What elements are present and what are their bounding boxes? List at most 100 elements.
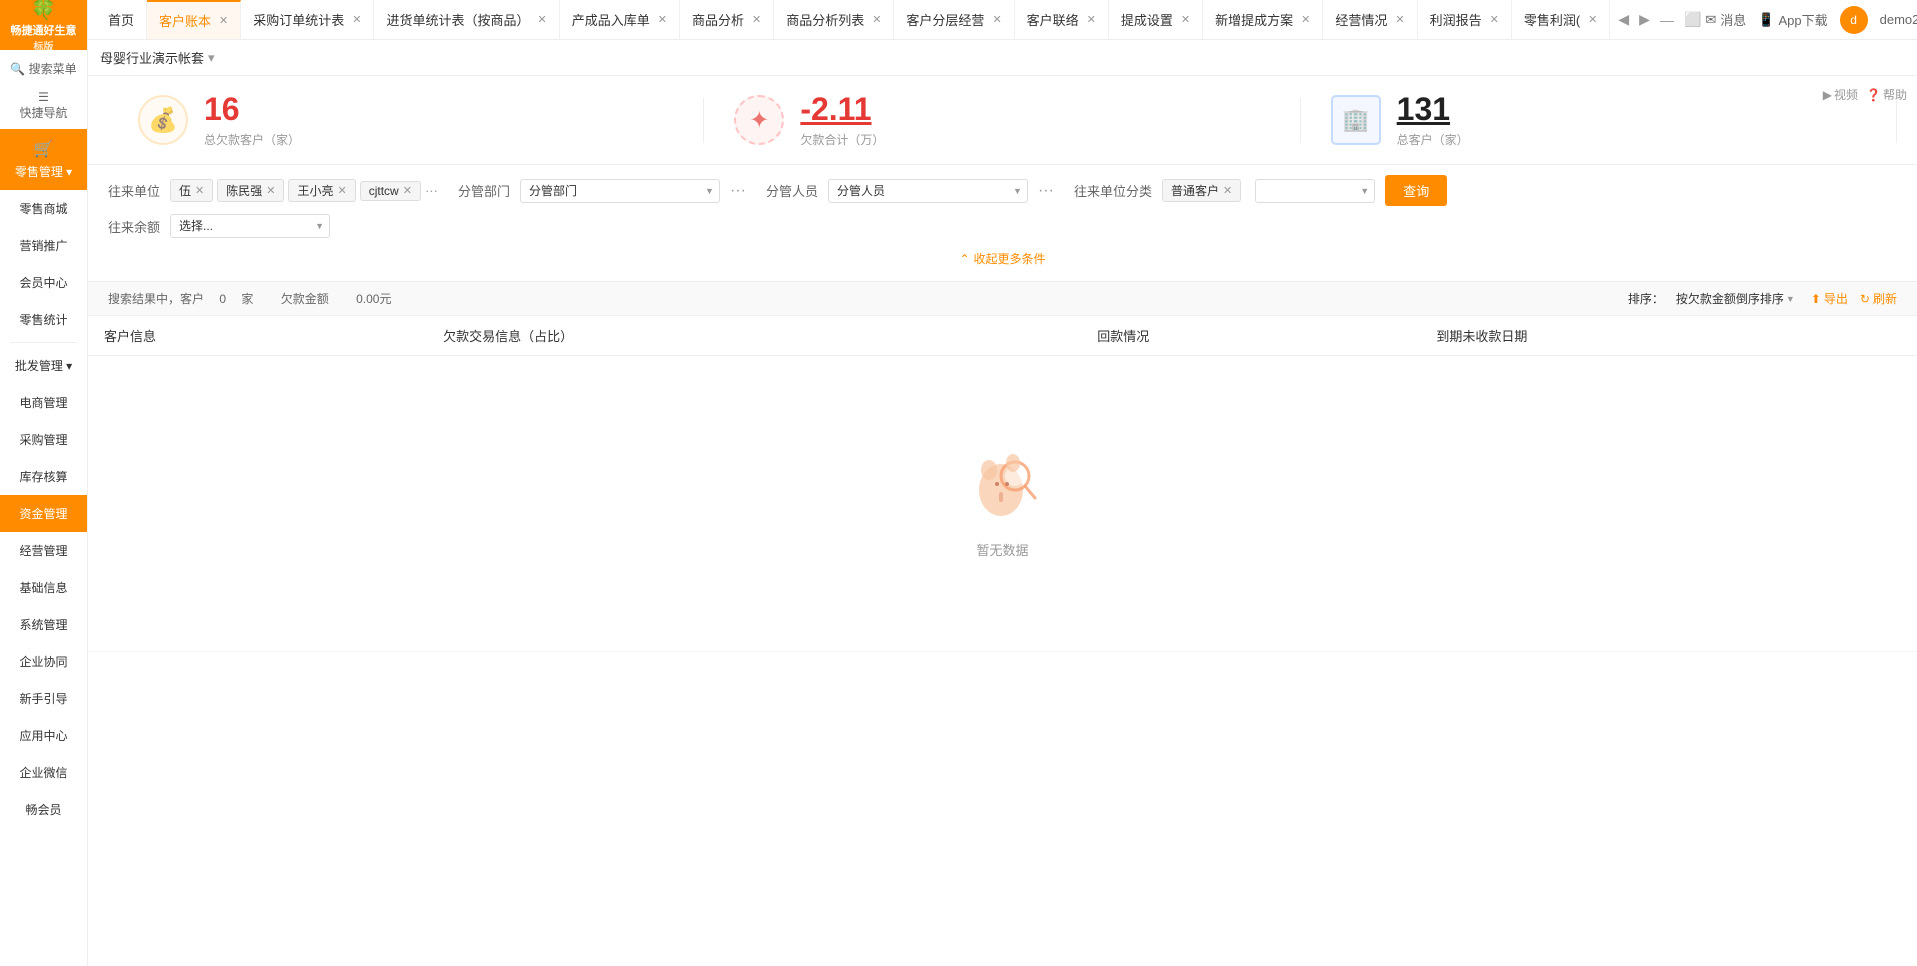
stat-icon-amount: ✦ — [734, 95, 784, 145]
sidebar-item-retail-mall[interactable]: 零售商城 — [0, 190, 87, 227]
filter-tag-chen[interactable]: 陈民强 ✕ — [217, 179, 284, 202]
sidebar-item-enterprise-wechat[interactable]: 企业微信 — [0, 754, 87, 791]
store-name: 母婴行业演示帐套 — [100, 48, 204, 67]
empty-state: 暂无数据 — [104, 368, 1901, 639]
filter-row-1: 往来单位 伍 ✕ 陈民强 ✕ 王小亮 ✕ cjttcw ✕ ··· — [108, 175, 1897, 206]
manager-select[interactable]: 分管人员 — [828, 179, 1028, 203]
tab-customer-accounts-close[interactable]: ✕ — [219, 14, 228, 27]
filter-collapse-btn[interactable]: ⌃ 收起更多条件 — [108, 246, 1897, 271]
user-avatar[interactable]: d — [1840, 6, 1868, 34]
sidebar-label-retail-stats: 零售统计 — [19, 311, 67, 328]
sidebar-item-app-center[interactable]: 应用中心 — [0, 717, 87, 754]
dept-extra-filter[interactable]: ··· — [730, 182, 746, 200]
tab-window-minimize[interactable]: — — [1656, 10, 1678, 30]
manager-extra-filter[interactable]: ··· — [1038, 182, 1054, 200]
tab-scroll-left[interactable]: ◀ — [1614, 9, 1633, 30]
tab-boost-settings[interactable]: 提成设置 ✕ — [1109, 0, 1203, 40]
quick-nav[interactable]: ☰ 快捷导航 — [0, 82, 87, 129]
result-count: 0 — [219, 292, 226, 306]
stat-label-total: 总客户（家） — [1397, 131, 1469, 148]
tag-close-wang[interactable]: ✕ — [338, 184, 347, 197]
sidebar-item-purchase-mgmt[interactable]: 采购管理 — [0, 421, 87, 458]
sidebar-item-ops-mgmt[interactable]: 经营管理 — [0, 532, 87, 569]
dept-select[interactable]: 分管部门 — [520, 179, 720, 203]
tag-close-chen[interactable]: ✕ — [266, 184, 275, 197]
tab-inbound-stats-close[interactable]: ✕ — [538, 13, 547, 26]
app-logo: 🍀 畅捷通好生意 标版 — [0, 0, 87, 50]
sidebar-item-new-guide[interactable]: 新手引导 — [0, 680, 87, 717]
tab-retail-profit-close[interactable]: ✕ — [1588, 13, 1597, 26]
col-due-date: 到期未收款日期 — [1420, 316, 1917, 356]
tab-product-analysis-list-close[interactable]: ✕ — [872, 13, 881, 26]
sort-select[interactable]: 按欠款金额倒序排序 — [1676, 292, 1799, 306]
tab-customer-tier[interactable]: 客户分层经营 ✕ — [894, 0, 1014, 40]
sidebar-item-finance-mgmt[interactable]: 资金管理 — [0, 495, 87, 532]
sidebar-item-retail-mgmt[interactable]: 🛒 零售管理 ▾ — [0, 129, 87, 190]
filter-tag-wang[interactable]: 王小亮 ✕ — [288, 179, 355, 202]
sidebar-item-sys-mgmt[interactable]: 系统管理 — [0, 606, 87, 643]
tab-inbound-stats[interactable]: 进货单统计表（按商品） ✕ — [374, 0, 559, 40]
sidebar-label-vip-member: 畅会员 — [25, 801, 61, 818]
filter-tag-common-customer[interactable]: 普通客户 ✕ — [1162, 179, 1241, 202]
sidebar-item-enterprise-collab[interactable]: 企业协同 — [0, 643, 87, 680]
topnav-user-actions: ✉ 消息 📱 App下载 d demo2 — [1705, 6, 1917, 34]
tab-new-boost-plan[interactable]: 新增提成方案 ✕ — [1203, 0, 1323, 40]
tab-operations-close[interactable]: ✕ — [1395, 13, 1404, 26]
sidebar-item-basic-info[interactable]: 基础信息 — [0, 569, 87, 606]
filter-tag-wu[interactable]: 伍 ✕ — [170, 179, 213, 202]
balance-select-wrap: 选择... — [170, 214, 330, 238]
sidebar-search[interactable]: 🔍 搜索菜单 — [0, 50, 87, 82]
export-label: 导出 — [1824, 290, 1848, 307]
tab-customer-accounts[interactable]: 客户账本 ✕ — [147, 0, 241, 40]
tab-retail-profit[interactable]: 零售利润( ✕ — [1512, 0, 1611, 40]
tab-purchase-orders[interactable]: 采购订单统计表 ✕ — [241, 0, 374, 40]
sidebar-item-ecommerce-mgmt[interactable]: 电商管理 — [0, 384, 87, 421]
refresh-btn[interactable]: ↻ 刷新 — [1860, 290, 1897, 307]
message-btn[interactable]: ✉ 消息 — [1705, 10, 1746, 29]
query-button[interactable]: 查询 — [1385, 175, 1447, 206]
sidebar-item-marketing[interactable]: 营销推广 — [0, 227, 87, 264]
tab-new-boost-plan-close[interactable]: ✕ — [1301, 13, 1310, 26]
tab-home[interactable]: 首页 — [96, 0, 147, 40]
tab-product-analysis-list[interactable]: 商品分析列表 ✕ — [774, 0, 894, 40]
export-btn[interactable]: ⬆ 导出 — [1811, 290, 1848, 307]
unit-type-select[interactable] — [1255, 179, 1375, 203]
tab-customer-contact[interactable]: 客户联络 ✕ — [1015, 0, 1109, 40]
sidebar-item-inventory-check[interactable]: 库存核算 — [0, 458, 87, 495]
amount-display: 0.00元 — [356, 292, 391, 306]
tab-product-analysis-close[interactable]: ✕ — [752, 13, 761, 26]
video-btn[interactable]: ▶ 视频 — [1823, 86, 1858, 103]
help-btn[interactable]: ❓ 帮助 — [1866, 86, 1907, 103]
store-selector[interactable]: 母婴行业演示帐套 ▾ — [100, 48, 215, 67]
tab-purchase-orders-close[interactable]: ✕ — [352, 13, 361, 26]
sidebar-item-vip-member[interactable]: 畅会员 — [0, 791, 87, 828]
tag-close-wu[interactable]: ✕ — [195, 184, 204, 197]
tab-production-inbound-close[interactable]: ✕ — [658, 13, 667, 26]
store-selector-bar: 母婴行业演示帐套 ▾ — [88, 40, 1917, 76]
sidebar-item-retail-stats[interactable]: 零售统计 — [0, 301, 87, 338]
tab-production-inbound[interactable]: 产成品入库单 ✕ — [560, 0, 680, 40]
app-download-btn[interactable]: 📱 App下载 — [1758, 10, 1827, 29]
balance-select[interactable]: 选择... — [170, 214, 330, 238]
filter-more-tags[interactable]: ··· — [425, 183, 438, 198]
tab-boost-settings-close[interactable]: ✕ — [1181, 13, 1190, 26]
manager-select-wrap: 分管人员 — [828, 179, 1028, 203]
unit-tag-group: 伍 ✕ 陈民强 ✕ 王小亮 ✕ cjttcw ✕ ··· — [170, 179, 438, 202]
sidebar-label-inventory-check: 库存核算 — [19, 468, 67, 485]
filter-tag-cjttcw[interactable]: cjttcw ✕ — [360, 181, 421, 201]
tab-window-maximize[interactable]: ⬜ — [1680, 9, 1705, 30]
stat-value-customers: 16 — [204, 92, 300, 127]
tab-operations[interactable]: 经营情况 ✕ — [1323, 0, 1417, 40]
tab-profit-report-close[interactable]: ✕ — [1490, 13, 1499, 26]
tab-customer-contact-close[interactable]: ✕ — [1087, 13, 1096, 26]
sidebar-item-wholesale-mgmt[interactable]: 批发管理 ▾ — [0, 347, 87, 384]
tab-scroll-right[interactable]: ▶ — [1635, 9, 1654, 30]
tag-close-common-customer[interactable]: ✕ — [1223, 184, 1232, 197]
tab-customer-tier-close[interactable]: ✕ — [992, 13, 1001, 26]
tab-retail-profit-label: 零售利润( — [1524, 10, 1580, 29]
sidebar-item-member-center[interactable]: 会员中心 — [0, 264, 87, 301]
unit-filter-label: 往来单位 — [108, 181, 160, 200]
tag-close-cjttcw[interactable]: ✕ — [403, 184, 412, 197]
tab-product-analysis[interactable]: 商品分析 ✕ — [680, 0, 774, 40]
tab-profit-report[interactable]: 利润报告 ✕ — [1418, 0, 1512, 40]
